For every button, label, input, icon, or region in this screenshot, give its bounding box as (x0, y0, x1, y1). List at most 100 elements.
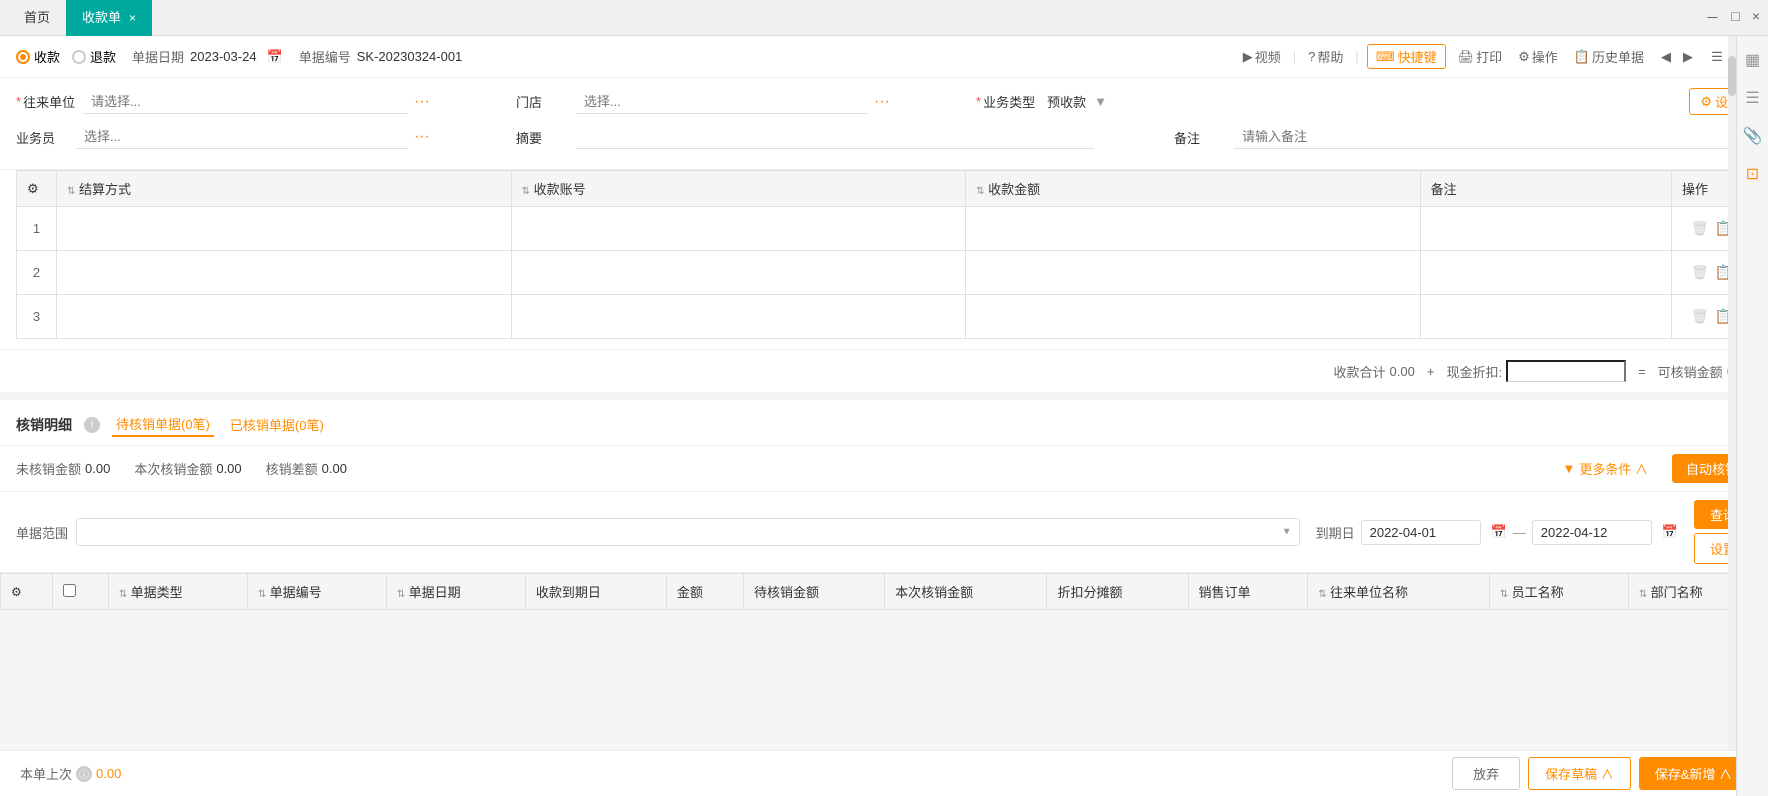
row-remark-1[interactable] (1420, 207, 1671, 251)
scrollbar-area[interactable] (1728, 36, 1736, 750)
store-more-button[interactable]: ··· (868, 93, 896, 111)
window-close[interactable]: × (1752, 8, 1760, 28)
sort-icon3[interactable]: ⇅ (976, 186, 984, 197)
remark-input[interactable] (1234, 125, 1752, 149)
th-amount-label: 收款金额 (988, 182, 1040, 197)
sort-icon2[interactable]: ⇅ (522, 186, 530, 197)
summary-input[interactable] (576, 125, 1094, 149)
row-settlement-2[interactable] (57, 251, 512, 295)
due-date-filter: 到期日 📅 — 📅 (1316, 520, 1678, 545)
bth-sort4[interactable]: ⇅ (1318, 589, 1326, 600)
row-amount-3[interactable] (966, 295, 1421, 339)
staff-input[interactable] (76, 125, 408, 149)
bth-due-date: 收款到期日 (525, 574, 666, 610)
more-conditions-button[interactable]: ▼ 更多条件 ∧ (1562, 459, 1648, 478)
row-account-3[interactable] (511, 295, 966, 339)
abandon-button[interactable]: 放弃 (1452, 757, 1520, 790)
counterpart-more-button[interactable]: ··· (408, 93, 436, 111)
row-delete-1[interactable]: 🗑 (1691, 220, 1709, 237)
range-select-wrapper: ▼ (76, 518, 1300, 546)
video-label: 视频 (1255, 47, 1281, 66)
radio-collection[interactable]: 收款 (16, 47, 60, 66)
sidebar-icon-2[interactable]: ☰ (1741, 84, 1763, 112)
row-account-1[interactable] (511, 207, 966, 251)
row-settlement-3[interactable] (57, 295, 512, 339)
range-select[interactable] (76, 518, 1300, 546)
row-settlement-1[interactable] (57, 207, 512, 251)
due-date-label: 到期日 (1316, 523, 1355, 542)
row-delete-3[interactable]: 🗑 (1691, 308, 1709, 325)
bth-sort6[interactable]: ⇅ (1639, 589, 1647, 600)
sidebar-icon-3[interactable]: 📎 (1739, 122, 1767, 150)
video-action[interactable]: ▶ 视频 (1239, 45, 1285, 68)
bottom-table-wrapper: ⚙ ⇅ 单据类型 ⇅ 单据编号 ⇅ 单据日期 (0, 573, 1768, 610)
bth-sales-order: 销售订单 (1188, 574, 1308, 610)
date-end-input[interactable] (1532, 520, 1652, 545)
tab-active[interactable]: 收款单 × (66, 0, 152, 36)
available-label: 可核销金额 (1658, 362, 1723, 381)
tab-close-button[interactable]: × (129, 0, 136, 36)
row-amount-1[interactable] (966, 207, 1421, 251)
sidebar-icon-1[interactable]: ▦ (1741, 46, 1764, 74)
pending-tab[interactable]: 待核销单据(0笔) (112, 412, 214, 437)
sort-icon[interactable]: ⇅ (67, 186, 75, 197)
bth-amount-label: 金额 (677, 585, 703, 600)
draft-button[interactable]: 保存草稿 ∧ (1528, 757, 1631, 790)
done-tab[interactable]: 已核销单据(0笔) (226, 413, 328, 436)
bth-checkbox (53, 574, 109, 610)
business-type-label: 业务类型 (983, 92, 1043, 111)
row-remark-3[interactable] (1420, 295, 1671, 339)
bth-settings[interactable]: ⚙ (1, 574, 53, 610)
select-all-checkbox[interactable] (63, 584, 76, 597)
staff-label: 业务员 (16, 128, 76, 147)
nav-prev-button[interactable]: ◀ (1656, 47, 1676, 67)
bth-amount: 金额 (666, 574, 743, 610)
view-list-button[interactable]: ☰ (1706, 46, 1728, 68)
shortcut-label: 快捷键 (1398, 47, 1437, 66)
business-type-dropdown[interactable]: ▼ (1094, 94, 1107, 109)
store-label: 门店 (516, 92, 576, 111)
tab-home[interactable]: 首页 (8, 0, 66, 36)
bth-sort2[interactable]: ⇅ (258, 589, 266, 600)
staff-more-button[interactable]: ··· (408, 128, 436, 146)
shortcut-button[interactable]: ⌨ 快捷键 (1367, 44, 1446, 69)
cash-discount-input[interactable] (1506, 360, 1626, 382)
bth-doc-date: ⇅ 单据日期 (386, 574, 525, 610)
row-amount-2[interactable] (966, 251, 1421, 295)
video-icon: ▶ (1243, 49, 1253, 65)
bth-sort3[interactable]: ⇅ (397, 589, 405, 600)
row-account-2[interactable] (511, 251, 966, 295)
table-settings-header[interactable]: ⚙ (17, 171, 57, 207)
print-action[interactable]: 🖨 打印 (1454, 45, 1507, 68)
bth-sort5[interactable]: ⇅ (1500, 589, 1508, 600)
operation-action[interactable]: ⚙ 操作 (1514, 45, 1562, 68)
filter-icon: ▼ (1562, 461, 1575, 476)
history-action[interactable]: 📋 历史单据 (1570, 45, 1648, 68)
bth-pending-amount: 待核销金额 (744, 574, 885, 610)
radio-refund-dot (72, 50, 86, 64)
stats-row: 未核销金额 0.00 本次核销金额 0.00 核销差额 0.00 ▼ 更多条件 … (0, 446, 1768, 491)
window-minimize[interactable]: － (1705, 8, 1719, 28)
counterpart-input[interactable] (83, 90, 408, 114)
nav-next-button[interactable]: ▶ (1678, 47, 1698, 67)
store-input[interactable] (576, 90, 868, 114)
required-mark: * (16, 94, 21, 109)
help-icon: ? (1308, 49, 1315, 64)
bth-sort1[interactable]: ⇅ (119, 589, 127, 600)
table-row: 2 🗑 📋 (17, 251, 1752, 295)
th-remark: 备注 (1420, 171, 1671, 207)
row-delete-2[interactable]: 🗑 (1691, 264, 1709, 281)
save-new-button[interactable]: 保存&新增 ∧ (1639, 757, 1748, 790)
writeoff-info-icon[interactable]: i (84, 417, 100, 433)
help-action[interactable]: ? 帮助 (1304, 45, 1347, 68)
scrollbar-thumb[interactable] (1728, 56, 1736, 96)
date-calendar-icon[interactable]: 📅 (267, 49, 283, 65)
row-remark-2[interactable] (1420, 251, 1671, 295)
date-end-icon[interactable]: 📅 (1662, 524, 1678, 540)
date-start-input[interactable] (1361, 520, 1481, 545)
sidebar-icon-4[interactable]: ⊡ (1742, 160, 1763, 188)
window-maximize[interactable]: □ (1731, 8, 1739, 28)
footer-info-icon[interactable]: ⓘ (76, 766, 92, 782)
date-start-icon[interactable]: 📅 (1491, 524, 1507, 540)
radio-refund[interactable]: 退款 (72, 47, 116, 66)
